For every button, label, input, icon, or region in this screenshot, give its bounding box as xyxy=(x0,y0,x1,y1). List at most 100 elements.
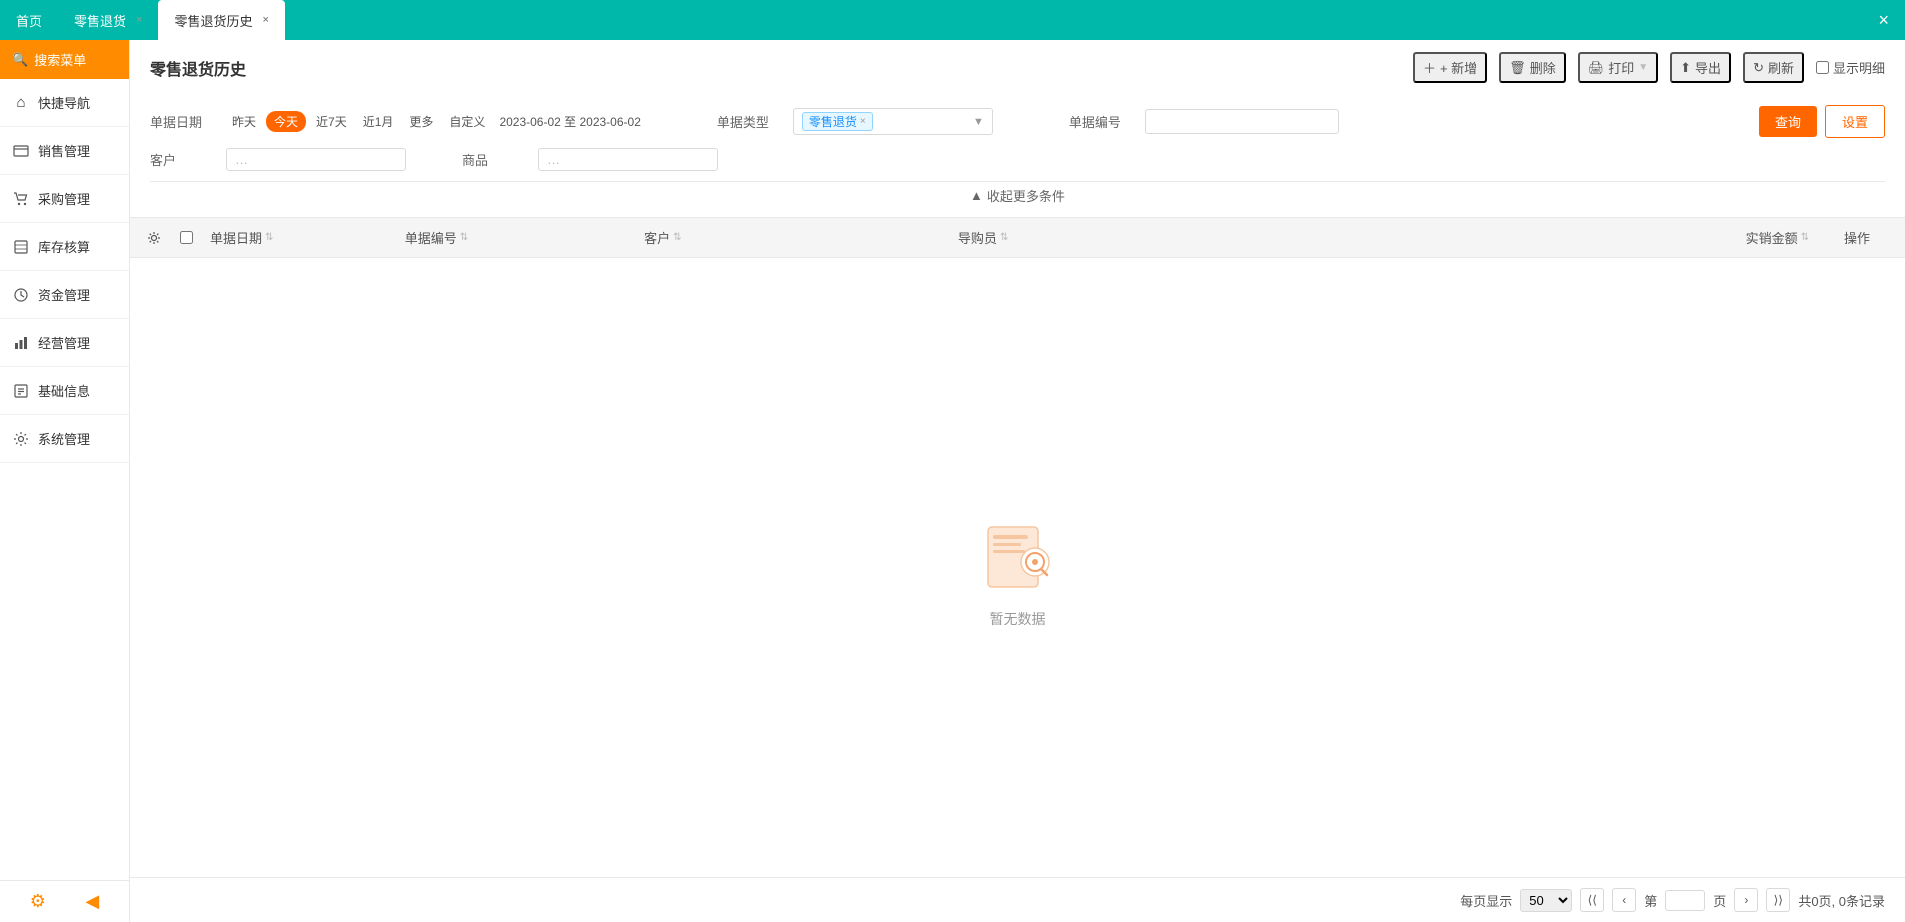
sidebar-item-operations[interactable]: 经营管理 xyxy=(0,319,129,367)
table-container: 单据日期 ⇅ 单据编号 ⇅ 客户 ⇅ 导购员 ⇅ 实销金额 xyxy=(130,218,1905,877)
customer-placeholder: … xyxy=(235,152,248,167)
date-filter-label: 单据日期 xyxy=(150,112,210,131)
new-icon: ＋ xyxy=(1423,58,1436,77)
page-suffix: 页 xyxy=(1713,891,1726,910)
tab-retail-return-history[interactable]: 零售退货历史 × xyxy=(158,0,284,40)
search-icon: 🔍 xyxy=(12,52,28,68)
page-header: 零售退货历史 ＋ + 新增 🗑 删除 🖨 打印 ▼ xyxy=(130,40,1905,218)
customer-label: 客户 xyxy=(150,150,210,169)
amount-sort-icon: ⇅ xyxy=(1801,232,1809,243)
refresh-button[interactable]: ↻ 刷新 xyxy=(1743,52,1804,83)
table-header: 单据日期 ⇅ 单据编号 ⇅ 客户 ⇅ 导购员 ⇅ 实销金额 xyxy=(130,218,1905,258)
print-button[interactable]: 🖨 打印 ▼ xyxy=(1578,52,1658,83)
date-opt-today[interactable]: 今天 xyxy=(266,111,306,132)
date-opt-more[interactable]: 更多 xyxy=(403,111,439,132)
date-opt-yesterday[interactable]: 昨天 xyxy=(226,111,262,132)
check-all-input[interactable] xyxy=(180,231,193,244)
date-opt-7days[interactable]: 近7天 xyxy=(310,111,353,132)
page-label: 第 xyxy=(1644,891,1657,910)
tab-retail-return-close[interactable]: × xyxy=(136,14,142,26)
export-button[interactable]: ⬆ 导出 xyxy=(1670,52,1731,83)
tab-retail-return-label: 零售退货 xyxy=(74,11,126,30)
date-opt-custom[interactable]: 自定义 xyxy=(443,111,491,132)
customer-sort-icon: ⇅ xyxy=(673,232,681,243)
goods-placeholder: … xyxy=(547,152,560,167)
purchase-icon xyxy=(12,190,30,208)
customer-select[interactable]: … xyxy=(226,148,406,171)
page-last-btn[interactable]: ⟩⟩ xyxy=(1766,888,1790,912)
home-icon: ⌂ xyxy=(12,94,30,112)
date-opt-1month[interactable]: 近1月 xyxy=(357,111,400,132)
col-customer-header[interactable]: 客户 ⇅ xyxy=(636,228,950,247)
date-options: 昨天 今天 近7天 近1月 更多 自定义 2023-06-02 至 2023-0… xyxy=(226,111,641,132)
sidebar-item-finance[interactable]: 资金管理 xyxy=(0,271,129,319)
tab-retail-return-history-close[interactable]: × xyxy=(262,14,268,26)
export-icon: ⬆ xyxy=(1680,60,1691,76)
empty-illustration xyxy=(973,507,1063,597)
show-detail-checkbox[interactable]: 显示明细 xyxy=(1816,58,1885,77)
collapse-sidebar-icon[interactable]: ◀ xyxy=(85,891,99,912)
page-next-btn[interactable]: › xyxy=(1734,888,1758,912)
sidebar-item-operations-label: 经营管理 xyxy=(38,333,90,352)
new-button[interactable]: ＋ + 新增 xyxy=(1413,52,1487,83)
col-settings[interactable] xyxy=(138,231,170,245)
col-amount-header[interactable]: 实销金额 ⇅ xyxy=(1652,228,1817,247)
sidebar-item-home[interactable]: ⌂ 快捷导航 xyxy=(0,79,129,127)
collapse-icon: ▲ xyxy=(970,188,983,203)
sidebar-item-sales-label: 销售管理 xyxy=(38,141,90,160)
page-title-row: 零售退货历史 ＋ + 新增 🗑 删除 🖨 打印 ▼ xyxy=(150,52,1885,83)
show-detail-input[interactable] xyxy=(1816,61,1829,74)
sidebar-search[interactable]: 🔍 搜索菜单 xyxy=(0,40,129,79)
voucher-type-tag-close[interactable]: × xyxy=(860,116,866,127)
pagination: 每页显示 50 20 100 ⟨⟨ ‹ 第 1 页 › ⟩⟩ 共0页, 0条记录 xyxy=(130,877,1905,922)
tab-home-label: 首页 xyxy=(16,11,42,30)
print-dropdown-icon: ▼ xyxy=(1638,62,1648,73)
guide-sort-icon: ⇅ xyxy=(1000,232,1008,243)
col-action-header: 操作 xyxy=(1817,228,1897,247)
goods-select[interactable]: … xyxy=(538,148,718,171)
voucher-no-input[interactable] xyxy=(1145,109,1339,134)
filter-area: 单据日期 昨天 今天 近7天 近1月 更多 自定义 2023-06-02 至 2… xyxy=(150,95,1885,217)
top-bar: 首页 零售退货 × 零售退货历史 × × xyxy=(0,0,1905,40)
filter-row-1: 单据日期 昨天 今天 近7天 近1月 更多 自定义 2023-06-02 至 2… xyxy=(150,105,1885,138)
per-page-select[interactable]: 50 20 100 xyxy=(1520,889,1572,912)
collapse-filter-btn[interactable]: ▲ 收起更多条件 xyxy=(150,181,1885,209)
voucher-type-select[interactable]: 零售退货 × ▼ xyxy=(793,108,993,135)
sidebar: 🔍 搜索菜单 ⌂ 快捷导航 销售管理 采购管理 xyxy=(0,40,130,922)
total-label: 共0页, 0条记录 xyxy=(1798,891,1885,910)
page-first-btn[interactable]: ⟨⟨ xyxy=(1580,888,1604,912)
empty-text: 暂无数据 xyxy=(990,609,1046,629)
settings-bottom-icon[interactable]: ⚙ xyxy=(30,891,46,912)
sidebar-item-purchase[interactable]: 采购管理 xyxy=(0,175,129,223)
delete-button[interactable]: 🗑 删除 xyxy=(1499,52,1566,83)
operations-icon xyxy=(12,334,30,352)
goods-label: 商品 xyxy=(462,150,522,169)
voucher-type-label: 单据类型 xyxy=(717,112,777,131)
col-order-no-header[interactable]: 单据编号 ⇅ xyxy=(397,228,636,247)
order-no-sort-icon: ⇅ xyxy=(460,232,468,243)
sidebar-item-system[interactable]: 系统管理 xyxy=(0,415,129,463)
page-input[interactable]: 1 xyxy=(1665,890,1705,911)
tab-home[interactable]: 首页 xyxy=(0,0,58,40)
col-check-all[interactable] xyxy=(170,231,202,244)
settings-button[interactable]: 设置 xyxy=(1825,105,1885,138)
sidebar-nav: ⌂ 快捷导航 销售管理 采购管理 库存核算 xyxy=(0,79,129,880)
sidebar-item-inventory[interactable]: 库存核算 xyxy=(0,223,129,271)
tab-retail-return[interactable]: 零售退货 × xyxy=(58,0,158,40)
col-date-header[interactable]: 单据日期 ⇅ xyxy=(202,228,397,247)
system-icon xyxy=(12,430,30,448)
sales-icon xyxy=(12,142,30,160)
window-close-button[interactable]: × xyxy=(1862,10,1905,31)
query-button[interactable]: 查询 xyxy=(1759,106,1817,137)
col-guide-header[interactable]: 导购员 ⇅ xyxy=(950,228,1189,247)
page-prev-btn[interactable]: ‹ xyxy=(1612,888,1636,912)
sidebar-item-basic-info[interactable]: 基础信息 xyxy=(0,367,129,415)
sidebar-item-purchase-label: 采购管理 xyxy=(38,189,90,208)
sidebar-item-finance-label: 资金管理 xyxy=(38,285,90,304)
sidebar-bottom: ⚙ ◀ xyxy=(0,880,129,922)
finance-icon xyxy=(12,286,30,304)
sidebar-item-sales[interactable]: 销售管理 xyxy=(0,127,129,175)
empty-state: 暂无数据 xyxy=(130,258,1905,877)
voucher-no-label: 单据编号 xyxy=(1069,112,1129,131)
main-layout: 🔍 搜索菜单 ⌂ 快捷导航 销售管理 采购管理 xyxy=(0,40,1905,922)
